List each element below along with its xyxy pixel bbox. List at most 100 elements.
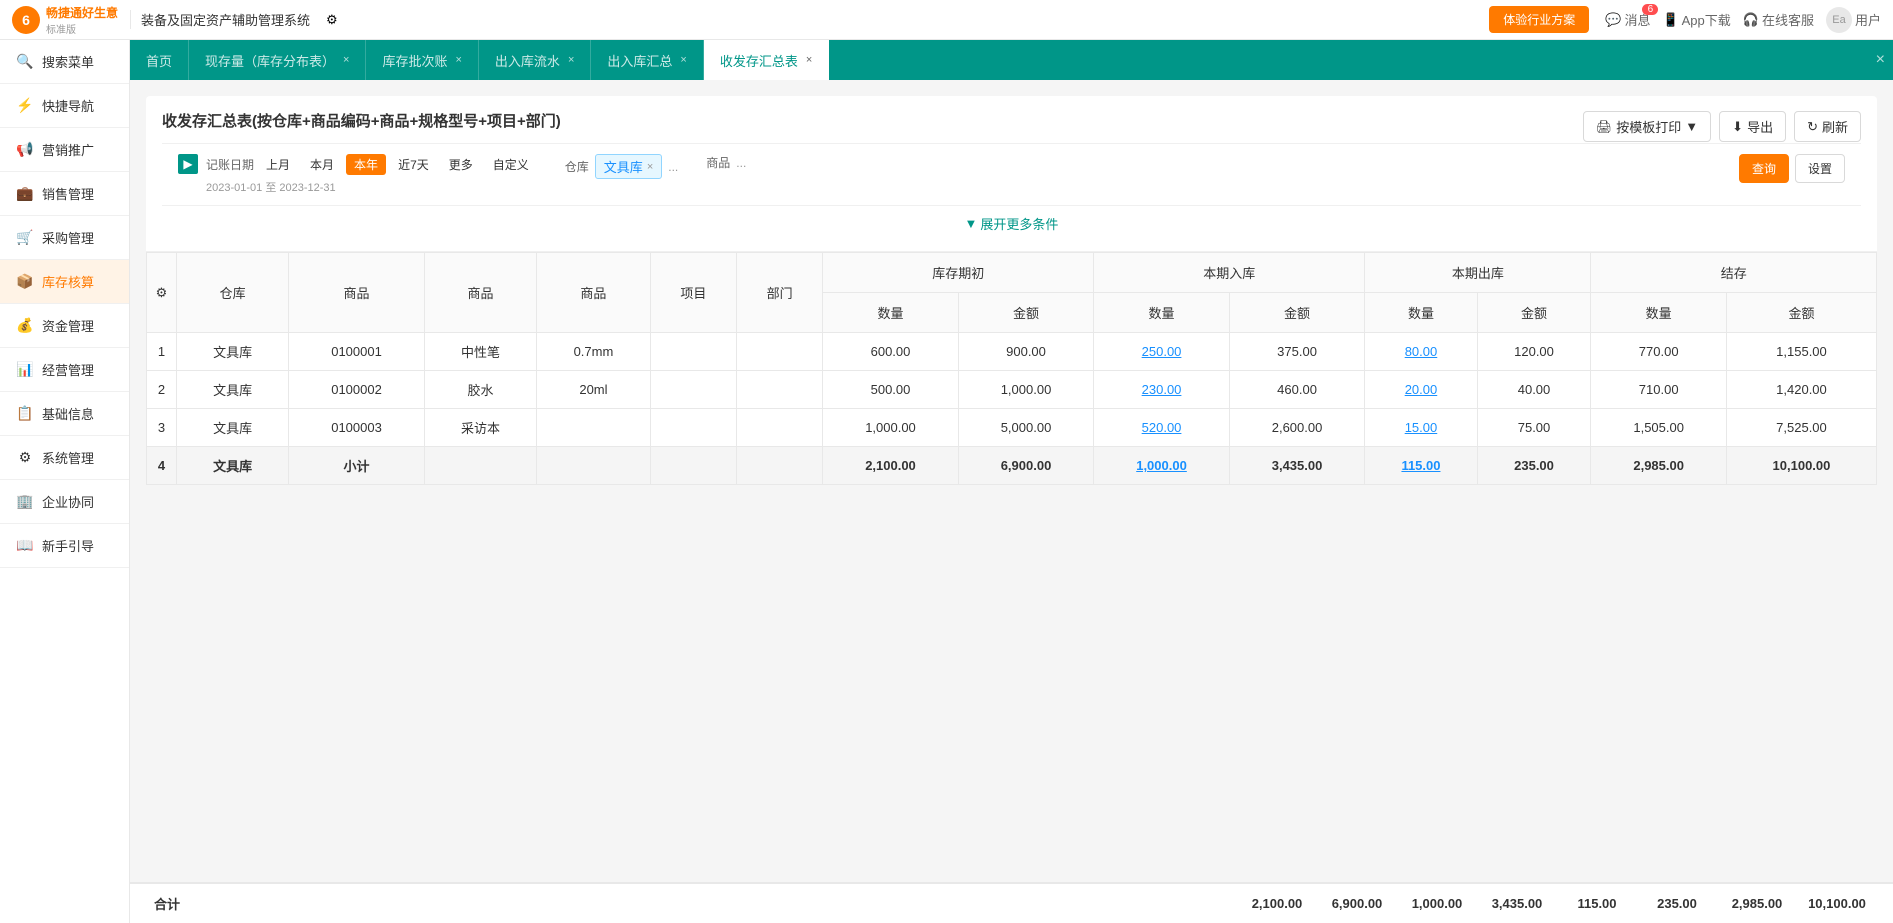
subtotal-label: 小计 [289, 447, 425, 485]
tab-in-out-summary[interactable]: 出入库汇总 × [591, 40, 703, 80]
main-layout: 🔍 搜索菜单 ⚡ 快捷导航 📢 营销推广 💼 销售管理 🛒 采购管理 📦 库存核… [0, 40, 1893, 923]
bottom-total-bar: 合计 2,100.00 6,900.00 1,000.00 3,435.00 1… [130, 882, 1893, 923]
tab-inventory-dist[interactable]: 现存量（库存分布表） × [189, 40, 366, 80]
cell-out-qty-3[interactable]: 15.00 [1365, 409, 1477, 447]
settings-filter-btn[interactable]: 设置 [1795, 154, 1845, 183]
sidebar-item-sales[interactable]: 💼 销售管理 [0, 172, 129, 216]
sidebar-item-system[interactable]: ⚙ 系统管理 [0, 436, 129, 480]
subtotal-out-qty[interactable]: 115.00 [1365, 447, 1477, 485]
tab-bar-close[interactable]: × [1876, 51, 1885, 69]
gear-btn[interactable]: ⚙ [326, 12, 338, 28]
message-item[interactable]: 💬 消息 6 [1605, 10, 1650, 29]
cell-balance-qty-2: 710.00 [1591, 371, 1727, 409]
total-out-qty: 115.00 [1557, 896, 1637, 911]
warehouse-tag-text: 文具库 [604, 157, 643, 176]
user-item[interactable]: Ea 用户 [1826, 7, 1881, 33]
tab-receipt-summary-close[interactable]: × [806, 54, 812, 66]
expand-arrow[interactable]: ▶ [178, 154, 198, 174]
app-download-label: App下载 [1682, 10, 1731, 29]
date-btn-this-month[interactable]: 本月 [302, 154, 342, 175]
sidebar-label-system: 系统管理 [42, 448, 94, 467]
cell-goods-code-2: 0100002 [289, 371, 425, 409]
warehouse-more-btn[interactable]: ... [668, 160, 678, 174]
col-group-in: 本期入库 [1094, 253, 1365, 293]
cell-opening-amt-3: 5,000.00 [958, 409, 1094, 447]
date-btn-last-month[interactable]: 上月 [258, 154, 298, 175]
date-btn-custom[interactable]: 自定义 [485, 154, 537, 175]
top-bar: 6 畅捷通好生意 标准版 装备及固定资产辅助管理系统 ⚙ 体验行业方案 💬 消息… [0, 0, 1893, 40]
sidebar-label-corp: 企业协同 [42, 492, 94, 511]
cell-in-qty-2[interactable]: 230.00 [1094, 371, 1230, 409]
sidebar-item-search[interactable]: 🔍 搜索菜单 [0, 40, 129, 84]
cell-dept-2 [737, 371, 823, 409]
top-bar-actions: 体验行业方案 💬 消息 6 📱 App下载 🎧 在线客服 Ea 用户 [1489, 6, 1881, 33]
app-download-item[interactable]: 📱 App下载 [1662, 10, 1730, 29]
date-buttons: 上月 本月 本年 近7天 更多 自定义 [258, 154, 537, 175]
sidebar-item-finance[interactable]: 💰 资金管理 [0, 304, 129, 348]
cell-row-num-2: 2 [147, 371, 177, 409]
logo-icon: 6 [12, 6, 40, 34]
corp-icon: 🏢 [16, 493, 34, 510]
cell-out-qty-2[interactable]: 20.00 [1365, 371, 1477, 409]
cell-in-amt-1: 375.00 [1229, 333, 1365, 371]
subtotal-in-qty[interactable]: 1,000.00 [1094, 447, 1230, 485]
total-out-amt: 235.00 [1637, 896, 1717, 911]
tab-in-out-flow-close[interactable]: × [568, 54, 574, 66]
col-settings[interactable]: ⚙ [147, 253, 177, 333]
sidebar-item-corp[interactable]: 🏢 企业协同 [0, 480, 129, 524]
sidebar-label-sales: 销售管理 [42, 184, 94, 203]
sidebar-label-marketing: 营销推广 [42, 140, 94, 159]
sidebar-label-basic: 基础信息 [42, 404, 94, 423]
sidebar-item-inventory[interactable]: 📦 库存核算 [0, 260, 129, 304]
cell-in-qty-1[interactable]: 250.00 [1094, 333, 1230, 371]
cell-in-qty-3[interactable]: 520.00 [1094, 409, 1230, 447]
tab-batch-ledger-close[interactable]: × [455, 54, 461, 66]
col-goods-code: 商品 [289, 253, 425, 333]
print-btn[interactable]: 🖨 按模板打印 ▼ [1583, 111, 1711, 142]
tab-in-out-flow[interactable]: 出入库流水 × [479, 40, 591, 80]
tab-batch-ledger[interactable]: 库存批次账 × [366, 40, 478, 80]
tab-in-out-summary-close[interactable]: × [680, 54, 686, 66]
avatar: Ea [1826, 7, 1852, 33]
tab-inventory-dist-close[interactable]: × [343, 54, 349, 66]
col-dept: 部门 [737, 253, 823, 333]
date-filter-group: 记账日期 上月 本月 本年 近7天 更多 自定义 2023 [206, 154, 537, 195]
goods-more-btn[interactable]: ... [736, 156, 746, 170]
online-service-item[interactable]: 🎧 在线客服 [1743, 10, 1814, 29]
tab-receipt-summary[interactable]: 收发存汇总表 × [704, 40, 829, 80]
subtotal-opening-amt: 6,900.00 [958, 447, 1094, 485]
sidebar-item-quick-nav[interactable]: ⚡ 快捷导航 [0, 84, 129, 128]
col-warehouse: 仓库 [177, 253, 289, 333]
subtotal-balance-qty: 2,985.00 [1591, 447, 1727, 485]
date-btn-this-year[interactable]: 本年 [346, 154, 386, 175]
table-settings-icon[interactable]: ⚙ [156, 285, 168, 300]
subtotal-empty3 [650, 447, 736, 485]
tab-home[interactable]: 首页 [130, 40, 189, 80]
sidebar-label-operation: 经营管理 [42, 360, 94, 379]
system-icon: ⚙ [16, 449, 34, 466]
message-icon: 💬 [1605, 12, 1621, 28]
cell-warehouse-1: 文具库 [177, 333, 289, 371]
date-btn-more[interactable]: 更多 [441, 154, 481, 175]
query-btn[interactable]: 查询 [1739, 154, 1789, 183]
experience-btn[interactable]: 体验行业方案 [1489, 6, 1589, 33]
col-group-out: 本期出库 [1365, 253, 1591, 293]
expand-more-btn[interactable]: ▼ 展开更多条件 [965, 214, 1059, 233]
refresh-btn[interactable]: ↻ 刷新 [1794, 111, 1861, 142]
expand-more-label: 展开更多条件 [980, 214, 1058, 233]
date-btn-7days[interactable]: 近7天 [390, 154, 437, 175]
sidebar-item-purchase[interactable]: 🛒 采购管理 [0, 216, 129, 260]
col-balance-amt: 金额 [1726, 293, 1876, 333]
sidebar-item-marketing[interactable]: 📢 营销推广 [0, 128, 129, 172]
subtotal-warehouse: 文具库 [177, 447, 289, 485]
warehouse-remove-btn[interactable]: × [647, 161, 653, 173]
sidebar-item-guide[interactable]: 📖 新手引导 [0, 524, 129, 568]
sidebar-label-search: 搜索菜单 [42, 52, 94, 71]
cell-balance-qty-1: 770.00 [1591, 333, 1727, 371]
cell-warehouse-3: 文具库 [177, 409, 289, 447]
sidebar-item-basic[interactable]: 📋 基础信息 [0, 392, 129, 436]
export-btn[interactable]: ⬇ 导出 [1719, 111, 1786, 142]
col-group-balance: 结存 [1591, 253, 1877, 293]
cell-out-qty-1[interactable]: 80.00 [1365, 333, 1477, 371]
sidebar-item-operation[interactable]: 📊 经营管理 [0, 348, 129, 392]
